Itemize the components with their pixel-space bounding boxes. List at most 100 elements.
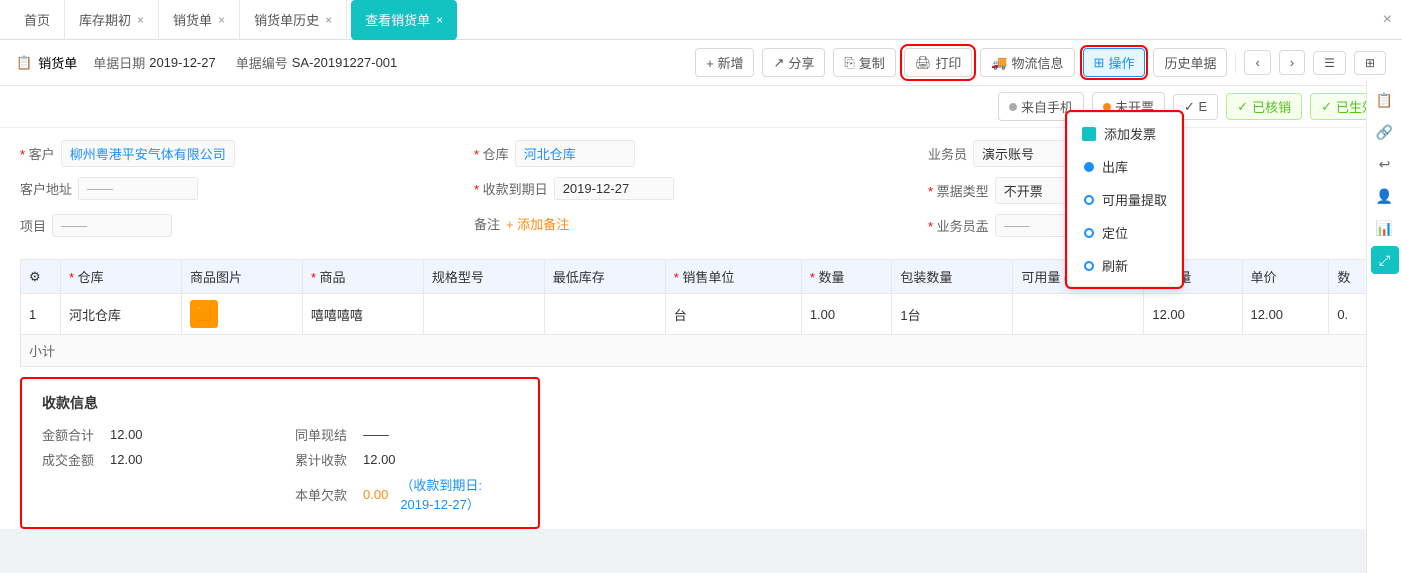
cell-spec	[423, 294, 544, 335]
sold-out-label: 已核销	[1252, 97, 1291, 116]
cell-product: 嘻嘻嘻嘻	[302, 294, 423, 335]
project-label: 项目	[20, 216, 46, 235]
tab-inventory[interactable]: 库存期初 ×	[65, 0, 159, 40]
dropdown-add-invoice[interactable]: 添加发票	[1068, 117, 1181, 150]
payment-info-panel: 收款信息 金额合计 12.00 同单现结 —— 成交金额 12.00 累计收款 …	[20, 377, 540, 529]
dropdown-refresh[interactable]: 刷新	[1068, 249, 1181, 282]
share-icon: ↗	[773, 55, 784, 71]
number-label: 单据编号	[236, 53, 288, 72]
nav-prev-button[interactable]: ‹	[1244, 50, 1270, 75]
toolbar: + 新增 ↗ 分享 ⎘ 复制 🖨 打印 🚚 物流信息	[695, 48, 1386, 77]
customer-value[interactable]: 柳州粤港平安气体有限公司	[61, 140, 235, 167]
doc-title: 📋 销货单	[16, 53, 77, 72]
copy-label: 复制	[859, 53, 885, 72]
due-date-field: 收款到期日 2019-12-27	[474, 177, 928, 200]
tab-inventory-close[interactable]: ×	[137, 13, 144, 27]
history-button[interactable]: 历史单据	[1153, 48, 1227, 77]
dropdown-available-extract[interactable]: 可用量提取	[1068, 183, 1181, 216]
sold-out-icon: ✓	[1237, 99, 1248, 115]
number-value: SA-20191227-001	[292, 55, 398, 70]
note-field: 备注 添加备注	[474, 214, 928, 233]
col-product: 商品	[302, 260, 423, 294]
sidebar-user-icon[interactable]: 👤	[1371, 182, 1399, 210]
sidebar-expand-icon[interactable]: ⤢	[1371, 246, 1399, 274]
sidebar-doc-icon[interactable]: 📋	[1371, 86, 1399, 114]
window-close[interactable]: ×	[1383, 11, 1392, 29]
tab-sales-history-close[interactable]: ×	[325, 13, 332, 27]
toolbar-sep	[1235, 53, 1236, 73]
col-gear[interactable]: ⚙	[21, 260, 61, 294]
share-button[interactable]: ↗ 分享	[762, 48, 825, 77]
cell-quantity: 1.00	[801, 294, 892, 335]
same-order-settle-label: 同单现结	[295, 425, 355, 444]
warehouse-value[interactable]: 河北仓库	[515, 140, 635, 167]
new-button[interactable]: + 新增	[695, 48, 754, 77]
col-warehouse: 仓库	[61, 260, 182, 294]
cumulative-payment-value: 12.00	[363, 452, 396, 467]
table-row: 1 河北仓库 🟧 嘻嘻嘻嘻 台 1.00 1台 12.00 12.00	[21, 294, 1382, 335]
cumulative-payment-label: 累计收款	[295, 450, 355, 469]
dropdown-locate[interactable]: 定位	[1068, 216, 1181, 249]
summary-amount-total: 金额合计 12.00	[42, 425, 265, 444]
col-quantity: 数量	[801, 260, 892, 294]
col-price: 单价	[1242, 260, 1329, 294]
due-date-note: （收款到期日: 2019-12-27）	[400, 475, 518, 513]
sidebar-chart-icon[interactable]: 📊	[1371, 214, 1399, 242]
no-invoice-dot	[1103, 103, 1111, 111]
this-order-debt-label: 本单欠款	[295, 485, 355, 504]
tab-view-sales-close[interactable]: ×	[436, 13, 443, 27]
locate-icon	[1084, 228, 1094, 238]
view-grid-button[interactable]: ⊞	[1354, 51, 1386, 75]
product-image: 🟧	[190, 300, 218, 328]
outbound-icon	[1084, 162, 1094, 172]
share-label: 分享	[788, 53, 814, 72]
deal-amount-label: 成交金额	[42, 450, 102, 469]
refresh-icon	[1084, 261, 1094, 271]
customer-field: 客户 柳州粤港平安气体有限公司	[20, 140, 474, 167]
sold-out-badge[interactable]: ✓ 已核销	[1226, 93, 1302, 120]
tab-sales[interactable]: 销货单 ×	[159, 0, 240, 40]
add-note-button[interactable]: 添加备注	[506, 214, 569, 233]
tab-home[interactable]: 首页	[10, 0, 65, 40]
logistics-icon: 🚚	[991, 55, 1007, 71]
logistics-button[interactable]: 🚚 物流信息	[980, 48, 1074, 77]
sidebar-link-icon[interactable]: 🔗	[1371, 118, 1399, 146]
col-unit: 销售单位	[665, 260, 801, 294]
note-label: 备注	[474, 214, 500, 233]
print-icon: 🖨	[915, 55, 932, 71]
tab-sales-history[interactable]: 销货单历史 ×	[240, 0, 347, 40]
doc-meta: 单据日期 2019-12-27 单据编号 SA-20191227-001	[93, 53, 397, 72]
print-button[interactable]: 🖨 打印	[904, 48, 973, 77]
tab-view-sales[interactable]: 查看销货单 ×	[351, 0, 457, 40]
print-label: 打印	[935, 53, 961, 72]
summary-same-order-settle: 同单现结 ——	[295, 425, 518, 444]
operation-button[interactable]: ⊞ 操作	[1083, 48, 1146, 77]
cell-warehouse: 河北仓库	[61, 294, 182, 335]
address-field: 客户地址 ——	[20, 177, 474, 200]
product-table-wrap: ⚙ 仓库 商品图片 商品 规格型号 最低库存 销售单位 数量 包装数量 可用量 …	[0, 259, 1402, 367]
sidebar-return-icon[interactable]: ↩	[1371, 150, 1399, 178]
copy-button[interactable]: ⎘ 复制	[833, 48, 895, 77]
doc-title-text: 销货单	[38, 53, 77, 72]
col-pack-qty: 包装数量	[892, 260, 1013, 294]
tab-bar: 首页 库存期初 × 销货单 × 销货单历史 × 查看销货单 × ×	[0, 0, 1402, 40]
cell-image: 🟧	[181, 294, 302, 335]
view-list-button[interactable]: ☰	[1313, 51, 1346, 75]
salesperson-label: 业务员	[928, 144, 967, 163]
operation-label: 操作	[1108, 53, 1134, 72]
dropdown-outbound[interactable]: 出库	[1068, 150, 1181, 183]
same-order-settle-value: ——	[363, 427, 389, 442]
tab-sales-close[interactable]: ×	[218, 13, 225, 27]
cell-pack-qty: 1台	[892, 294, 1013, 335]
col-spec: 规格型号	[423, 260, 544, 294]
due-date-label: 收款到期日	[474, 179, 548, 198]
action-row: 来自手机 未开票 ✓ E ✓ 已核销 ✓ 已生效	[0, 86, 1402, 128]
subtotal-label: 小计	[21, 335, 1382, 367]
logistics-label: 物流信息	[1012, 53, 1064, 72]
history-label: 历史单据	[1164, 53, 1216, 72]
cell-price: 12.00	[1242, 294, 1329, 335]
new-label: + 新增	[706, 53, 743, 72]
operation-dropdown: 添加发票 出库 可用量提取 定位 刷新	[1067, 112, 1182, 287]
nav-next-button[interactable]: ›	[1279, 50, 1305, 75]
due-date-value[interactable]: 2019-12-27	[554, 177, 674, 200]
